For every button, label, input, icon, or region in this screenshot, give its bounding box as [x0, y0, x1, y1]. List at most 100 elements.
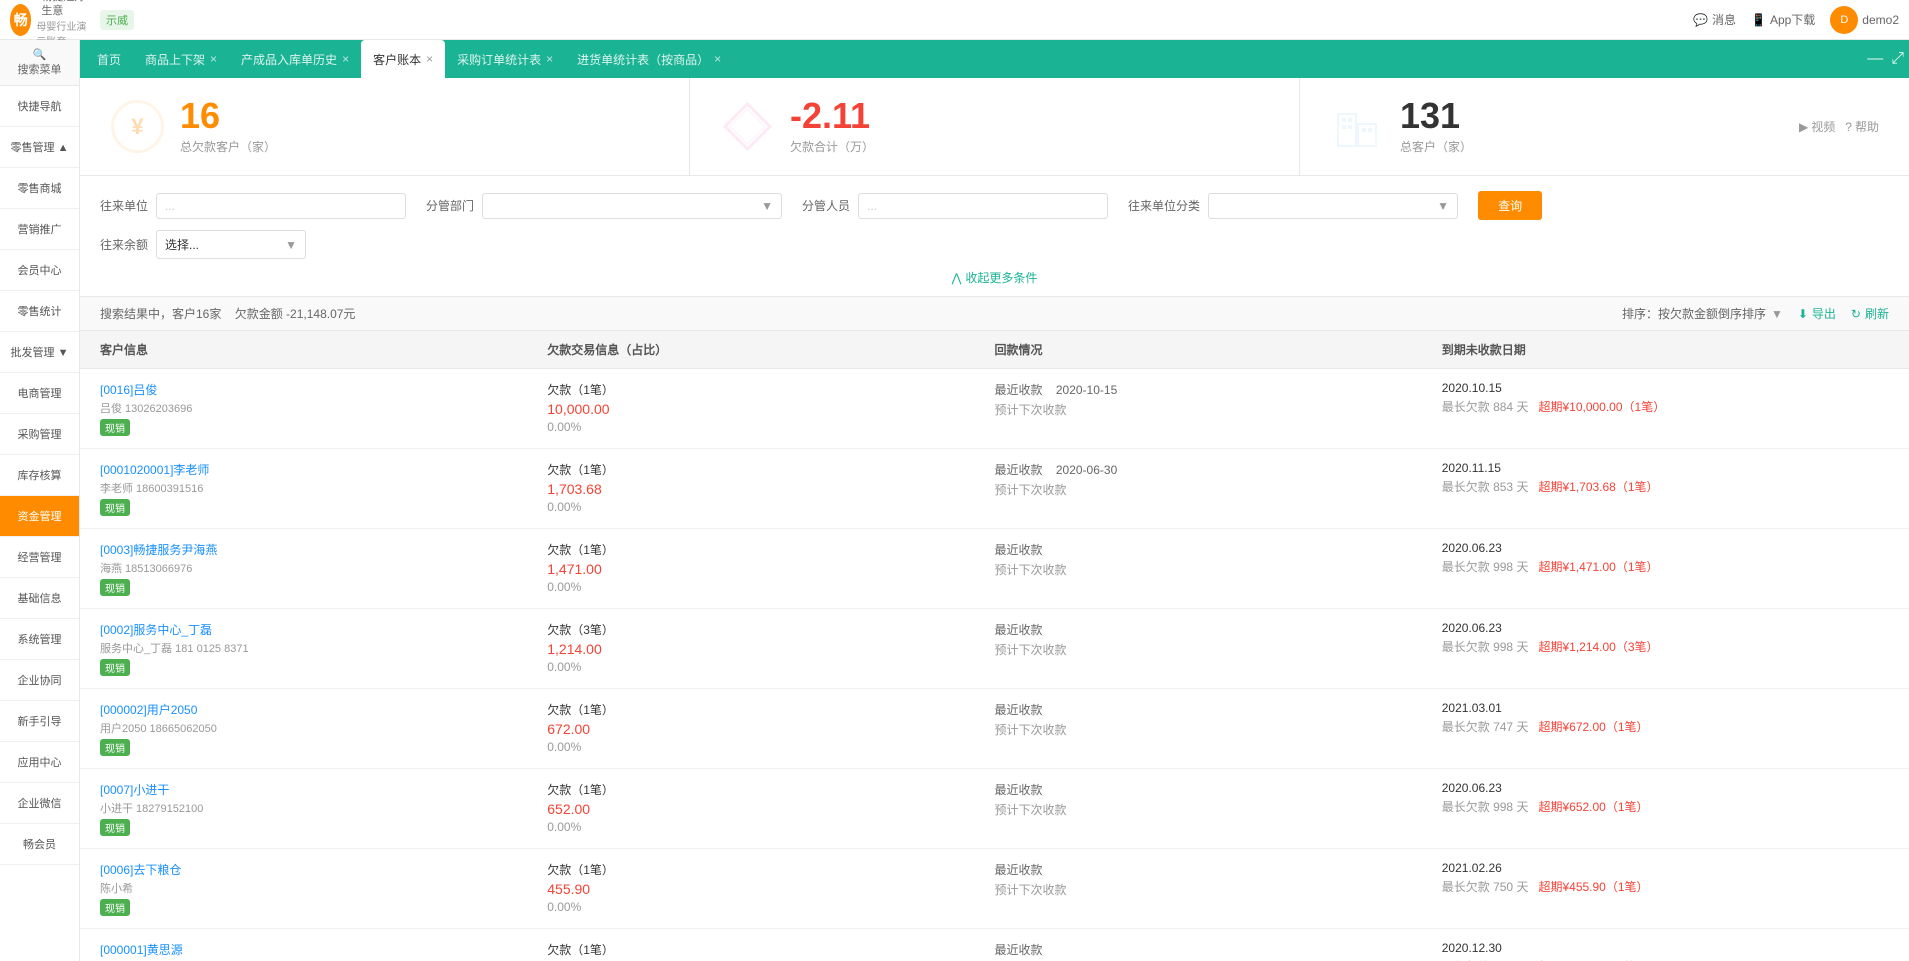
customer-name-1[interactable]: [0001020001]李老师: [100, 461, 547, 478]
unit-category-input[interactable]: ▼: [1208, 193, 1458, 219]
export-button[interactable]: ⬇ 导出: [1798, 305, 1836, 322]
tab-customer-account-label: 客户账本: [373, 51, 421, 68]
overdue-days-0: 最长欠款 884 天 超期¥10,000.00（1笔）: [1442, 398, 1889, 415]
customer-info-6: [0006]去下粮仓 陈小希 现销: [100, 861, 547, 916]
summary-card-total-customers: 131 总客户（家） ▶ 视频 ? 帮助: [1300, 78, 1909, 175]
customer-tag-5: 现销: [100, 819, 130, 836]
balance-arrow: ▼: [285, 238, 297, 252]
customer-info-0: [0016]吕俊 吕俊 13026203696 现销: [100, 381, 547, 436]
last-collection-label-4: 最近收款: [995, 703, 1043, 717]
customer-name-4[interactable]: [000002]用户2050: [100, 701, 547, 718]
app-download-button[interactable]: 📱 App下载: [1751, 11, 1815, 28]
tab-purchase-orders-close[interactable]: ×: [546, 52, 553, 66]
sidebar-item-retail-mgmt[interactable]: 零售管理 ▲: [0, 127, 79, 168]
sidebar-item-inventory[interactable]: 库存核算: [0, 455, 79, 496]
sidebar-search[interactable]: 🔍 搜索菜单: [0, 40, 79, 86]
customer-info-4: [000002]用户2050 用户2050 18665062050 现销: [100, 701, 547, 756]
card-actions: ▶ 视频 ? 帮助: [1799, 118, 1879, 135]
query-button[interactable]: 查询: [1478, 191, 1542, 220]
dept-input[interactable]: ▼: [482, 193, 782, 219]
messages-button[interactable]: 💬 消息: [1693, 11, 1736, 28]
debt-count-1: 欠款（1笔）: [547, 461, 994, 478]
table-row: [000001]黄思源 黄思源 13552700226 现销 欠款（1笔） 42…: [80, 929, 1909, 961]
tab-product-shelves[interactable]: 商品上下架 ×: [133, 40, 229, 78]
sidebar-item-app-center[interactable]: 应用中心: [0, 742, 79, 783]
customer-name-7[interactable]: [000001]黄思源: [100, 941, 547, 958]
summary-cards: ¥ 16 总欠款客户（家）: [80, 78, 1909, 176]
sidebar-item-corp-coop[interactable]: 企业协同: [0, 660, 79, 701]
tab-maximize-button[interactable]: ⤢: [1891, 50, 1904, 68]
help-label: 帮助: [1855, 118, 1879, 135]
customer-name-2[interactable]: [0003]畅捷服务尹海燕: [100, 541, 547, 558]
table-row: [0002]服务中心_丁磊 服务中心_丁磊 181 0125 8371 现销 欠…: [80, 609, 1909, 689]
tab-customer-account-close[interactable]: ×: [426, 52, 433, 66]
sidebar-item-basic-info[interactable]: 基础信息: [0, 578, 79, 619]
sidebar-item-retail-mall[interactable]: 零售商城: [0, 168, 79, 209]
table-row: [0007]小进干 小进干 18279152100 现销 欠款（1笔） 652.…: [80, 769, 1909, 849]
refresh-button[interactable]: ↻ 刷新: [1851, 305, 1889, 322]
customer-name-3[interactable]: [0002]服务中心_丁磊: [100, 621, 547, 638]
tab-inbound-stats-close[interactable]: ×: [714, 52, 721, 66]
debt-amount-0: 10,000.00: [547, 401, 994, 417]
sidebar-item-marketing[interactable]: 营销推广: [0, 209, 79, 250]
tab-product-inbound-label: 产成品入库单历史: [241, 51, 337, 68]
top-bar: 畅 畅捷通好生意 母婴行业演示账套 示威 💬 消息 📱 App下载 D demo…: [0, 0, 1909, 40]
overdue-link-1[interactable]: 超期¥1,703.68（1笔）: [1538, 480, 1658, 494]
debt-percent-3: 0.00%: [547, 660, 994, 674]
overdue-link-6[interactable]: 超期¥455.90（1笔）: [1538, 880, 1648, 894]
tab-customer-account[interactable]: 客户账本 ×: [361, 40, 445, 78]
sidebar-item-member[interactable]: 畅会员: [0, 824, 79, 865]
user-profile-button[interactable]: D demo2: [1830, 6, 1899, 34]
sidebar-item-quick-nav[interactable]: 快捷导航: [0, 86, 79, 127]
video-button[interactable]: ▶ 视频: [1799, 118, 1835, 135]
person-input[interactable]: ...: [858, 193, 1108, 219]
collapse-button[interactable]: ⋀ 收起更多条件: [100, 269, 1889, 286]
sidebar-item-ecommerce[interactable]: 电商管理: [0, 373, 79, 414]
corp-wechat-label: 企业微信: [5, 795, 74, 811]
sidebar-item-new-guide[interactable]: 新手引导: [0, 701, 79, 742]
customer-info-2: [0003]畅捷服务尹海燕 海燕 18513066976 现销: [100, 541, 547, 596]
sidebar-item-purchase-mgmt[interactable]: 采购管理: [0, 414, 79, 455]
collection-info-2: 最近收款 预计下次收款: [995, 541, 1442, 578]
overdue-link-2[interactable]: 超期¥1,471.00（1笔）: [1538, 560, 1658, 574]
purchase-mgmt-label: 采购管理: [5, 426, 74, 442]
sidebar: 🔍 搜索菜单 快捷导航 零售管理 ▲ 零售商城 营销推广 会员中心 零售统计: [0, 40, 80, 961]
sidebar-item-batch-mgmt[interactable]: 批发管理 ▼: [0, 332, 79, 373]
overdue-link-0[interactable]: 超期¥10,000.00（1笔）: [1538, 400, 1665, 414]
tab-minimize-button[interactable]: —: [1867, 50, 1883, 68]
sidebar-item-operation[interactable]: 经营管理: [0, 537, 79, 578]
tab-product-inbound-close[interactable]: ×: [342, 52, 349, 66]
customer-name-5[interactable]: [0007]小进干: [100, 781, 547, 798]
tab-product-shelves-close[interactable]: ×: [210, 52, 217, 66]
balance-select[interactable]: 选择... ▼: [156, 230, 306, 259]
help-button[interactable]: ? 帮助: [1845, 118, 1879, 135]
sidebar-item-member-center[interactable]: 会员中心: [0, 250, 79, 291]
sort-select[interactable]: 排序：按欠款金额倒序排序 ▼: [1622, 305, 1783, 322]
overdue-info-3: 2020.06.23 最长欠款 998 天 超期¥1,214.00（3笔）: [1442, 621, 1889, 655]
collapse-label: 收起更多条件: [965, 269, 1037, 286]
debt-count-0: 欠款（1笔）: [547, 381, 994, 398]
overdue-link-4[interactable]: 超期¥672.00（1笔）: [1538, 720, 1648, 734]
tab-home[interactable]: 首页: [85, 40, 133, 78]
tab-inbound-stats[interactable]: 进货单统计表（按商品） ×: [565, 40, 733, 78]
person-dots: ...: [867, 199, 877, 213]
overdue-link-5[interactable]: 超期¥652.00（1笔）: [1538, 800, 1648, 814]
customer-name-0[interactable]: [0016]吕俊: [100, 381, 547, 398]
sidebar-item-finance[interactable]: 资金管理: [0, 496, 79, 537]
corp-coop-label: 企业协同: [5, 672, 74, 688]
tab-purchase-orders[interactable]: 采购订单统计表 ×: [445, 40, 565, 78]
customer-name-6[interactable]: [0006]去下粮仓: [100, 861, 547, 878]
from-unit-input[interactable]: ...: [156, 193, 406, 219]
debt-info-2: 欠款（1笔） 1,471.00 0.00%: [547, 541, 994, 594]
collection-label-6: 最近收款: [995, 861, 1442, 878]
sidebar-item-system[interactable]: 系统管理: [0, 619, 79, 660]
customer-phone-2: 海燕 18513066976: [100, 560, 547, 576]
table-row: [0016]吕俊 吕俊 13026203696 现销 欠款（1笔） 10,000…: [80, 369, 1909, 449]
debt-count-3: 欠款（3笔）: [547, 621, 994, 638]
sidebar-item-retail-stats[interactable]: 零售统计: [0, 291, 79, 332]
overdue-link-3[interactable]: 超期¥1,214.00（3笔）: [1538, 640, 1658, 654]
sidebar-item-corp-wechat[interactable]: 企业微信: [0, 783, 79, 824]
finance-label: 资金管理: [5, 508, 74, 524]
tab-product-inbound[interactable]: 产成品入库单历史 ×: [229, 40, 361, 78]
debt-info-4: 欠款（1笔） 672.00 0.00%: [547, 701, 994, 754]
